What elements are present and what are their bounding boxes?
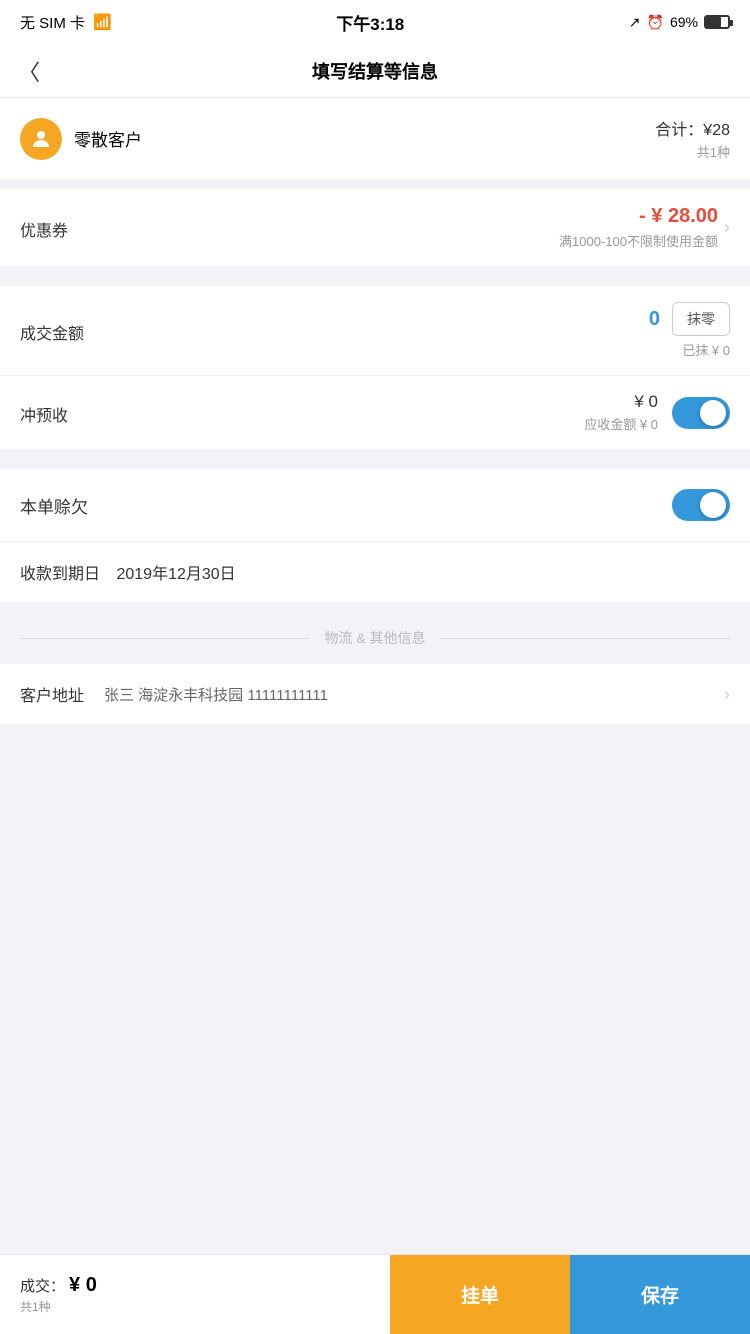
address-chevron-icon: › bbox=[724, 684, 730, 705]
address-label: 客户地址 bbox=[20, 682, 90, 706]
status-time: 下午3:18 bbox=[336, 10, 404, 35]
customer-avatar bbox=[20, 118, 62, 160]
separator-1 bbox=[0, 276, 750, 286]
customer-info: 零散客户 bbox=[20, 118, 142, 160]
location-icon: ↗ bbox=[629, 14, 641, 31]
already-rounded-text: 已抹 ¥ 0 bbox=[682, 340, 730, 359]
separator-2 bbox=[0, 459, 750, 469]
nav-bar: 〈 填写结算等信息 bbox=[0, 44, 750, 98]
customer-row: 零散客户 合计：¥28 共1种 bbox=[0, 98, 750, 179]
debit-row: 本单赊欠 bbox=[0, 469, 750, 541]
customer-right: 合计：¥28 共1种 bbox=[655, 116, 730, 161]
debit-toggle-thumb bbox=[700, 492, 726, 518]
transaction-label: 成交金额 bbox=[20, 318, 100, 344]
bottom-summary-label: 成交： bbox=[20, 1275, 65, 1296]
battery-bar bbox=[704, 15, 730, 29]
status-right: ↗ ⏰ 69% bbox=[629, 14, 730, 31]
customer-count: 共1种 bbox=[655, 142, 730, 161]
transaction-number[interactable]: 0 bbox=[620, 308, 660, 331]
prereceive-row: 冲预收 ¥ 0 应收金额 ¥ 0 bbox=[0, 376, 750, 449]
round-zero-button[interactable]: 抹零 bbox=[672, 302, 730, 336]
customer-total: 合计：¥28 bbox=[655, 116, 730, 140]
bottom-summary-count: 共1种 bbox=[20, 1298, 370, 1315]
coupon-section: 优惠券 - ¥ 28.00 满1000-100不限制使用金额 › bbox=[0, 189, 750, 266]
toggle-thumb bbox=[700, 400, 726, 426]
transaction-amount-row: 成交金额 0 抹零 已抹 ¥ 0 bbox=[0, 286, 750, 376]
address-row[interactable]: 客户地址 张三 海淀永丰科技园 11111111111 › bbox=[0, 664, 750, 724]
coupon-desc: 满1000-100不限制使用金额 bbox=[559, 231, 718, 250]
wifi-icon: 📶 bbox=[93, 13, 112, 31]
coupon-row[interactable]: 优惠券 - ¥ 28.00 满1000-100不限制使用金额 › bbox=[0, 189, 750, 266]
bottom-summary: 成交： ¥ 0 共1种 bbox=[0, 1274, 390, 1315]
logistics-line-left bbox=[20, 638, 310, 639]
transaction-value-area: 0 抹零 已抹 ¥ 0 bbox=[620, 302, 730, 359]
prereceive-amounts: ¥ 0 应收金额 ¥ 0 bbox=[584, 392, 658, 433]
coupon-amount: - ¥ 28.00 bbox=[639, 205, 718, 228]
debit-section: 本单赊欠 收款到期日 2019年12月30日 bbox=[0, 469, 750, 602]
chevron-right-icon: › bbox=[724, 217, 730, 238]
prereceive-right: ¥ 0 应收金额 ¥ 0 bbox=[584, 392, 730, 433]
due-date-label: 收款到期日 bbox=[20, 566, 100, 583]
battery-percent: 69% bbox=[670, 14, 698, 30]
status-bar: 无 SIM 卡 📶 下午3:18 ↗ ⏰ 69% bbox=[0, 0, 750, 44]
address-value: 张三 海淀永丰科技园 11111111111 bbox=[104, 684, 718, 705]
logistics-header: 物流 & 其他信息 bbox=[0, 612, 750, 664]
logistics-text: 物流 & 其他信息 bbox=[324, 628, 425, 648]
prereceive-sub-amount: 应收金额 ¥ 0 bbox=[584, 414, 658, 433]
prereceive-main-amount: ¥ 0 bbox=[584, 392, 658, 412]
transaction-input-row: 0 抹零 bbox=[620, 302, 730, 336]
debit-label: 本单赊欠 bbox=[20, 493, 88, 518]
bottom-summary-amount: ¥ 0 bbox=[69, 1274, 97, 1297]
main-content: 零散客户 合计：¥28 共1种 优惠券 - ¥ 28.00 满1000-100不… bbox=[0, 98, 750, 824]
hold-order-button[interactable]: 挂单 bbox=[390, 1255, 570, 1334]
page-title: 填写结算等信息 bbox=[312, 58, 438, 84]
debit-toggle[interactable] bbox=[672, 489, 730, 521]
transaction-section: 成交金额 0 抹零 已抹 ¥ 0 冲预收 ¥ 0 应收金额 ¥ 0 bbox=[0, 286, 750, 449]
prereceive-toggle[interactable] bbox=[672, 397, 730, 429]
save-button[interactable]: 保存 bbox=[570, 1255, 750, 1334]
back-button[interactable]: 〈 bbox=[18, 55, 40, 87]
customer-name: 零散客户 bbox=[74, 126, 142, 151]
due-date-value: 2019年12月30日 bbox=[116, 566, 235, 583]
bottom-bar: 成交： ¥ 0 共1种 挂单 保存 bbox=[0, 1254, 750, 1334]
due-date-row: 收款到期日 2019年12月30日 bbox=[0, 541, 750, 602]
logistics-line-right bbox=[440, 638, 730, 639]
battery-fill bbox=[706, 17, 721, 27]
carrier-label: 无 SIM 卡 bbox=[20, 12, 85, 33]
prereceive-label: 冲预收 bbox=[20, 400, 100, 426]
coupon-label: 优惠券 bbox=[20, 215, 100, 241]
status-left: 无 SIM 卡 📶 bbox=[20, 12, 112, 33]
coupon-value: - ¥ 28.00 满1000-100不限制使用金额 bbox=[559, 205, 718, 250]
alarm-icon: ⏰ bbox=[647, 14, 664, 31]
